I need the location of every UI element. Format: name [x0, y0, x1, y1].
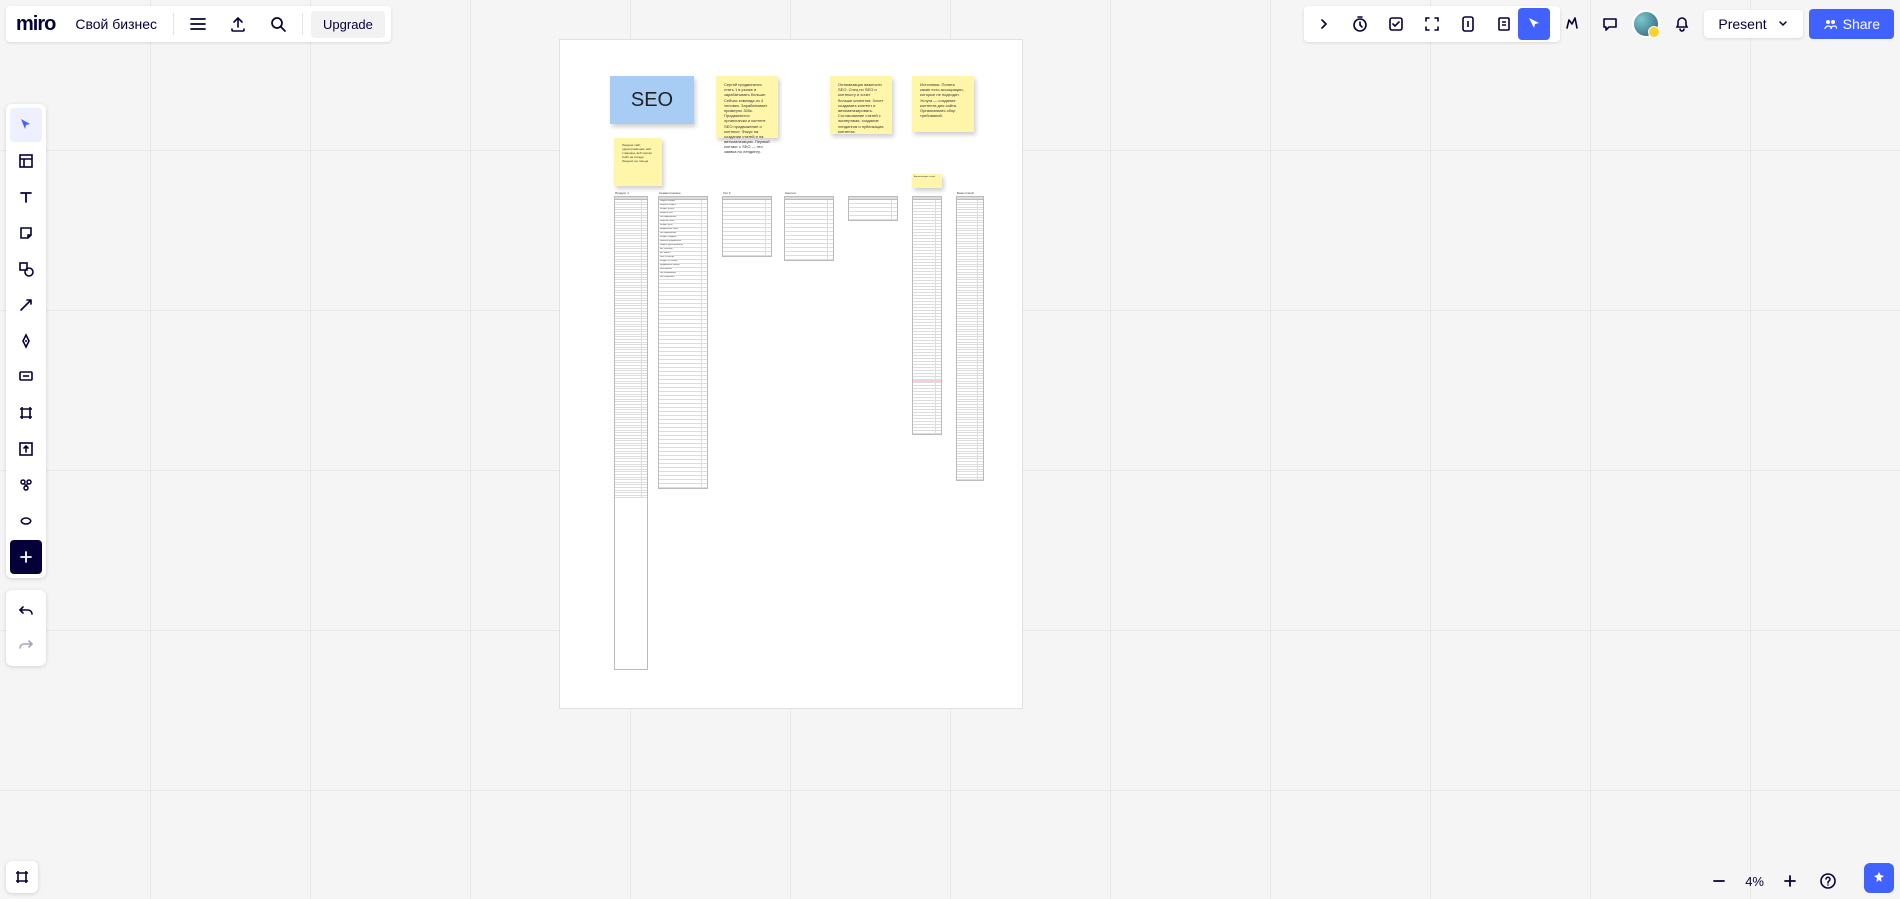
miro-logo[interactable]: miro [12, 13, 59, 36]
table-2[interactable]: Семантическое создать лендингзаказать ле… [658, 196, 708, 489]
board-frame[interactable]: SEO Сергей продвигался стать 1 в рынке и… [560, 40, 1022, 708]
table-6[interactable] [912, 196, 942, 435]
sticky-text: Сергей продвигался стать 1 в рынке и зар… [724, 82, 770, 154]
sticky-text: SEO [631, 87, 673, 113]
table-title: База статей [957, 191, 974, 195]
table-title: Продукт 1 [615, 191, 629, 195]
collapse-arrow-icon[interactable] [1308, 8, 1340, 40]
present-button[interactable]: Present [1704, 10, 1802, 38]
text-tool[interactable] [10, 180, 42, 214]
sticky-text: Источники. Понять какие есть ассоциации,… [920, 82, 964, 118]
table-3[interactable]: Топ 3 [722, 196, 772, 257]
zoom-percent[interactable]: 4% [1745, 874, 1764, 889]
table-title: Контент [785, 191, 796, 195]
table-7[interactable]: База статей [956, 196, 984, 481]
table-4[interactable]: Контент [784, 196, 834, 261]
keyboard-shortcut-button[interactable] [6, 861, 38, 893]
sticky-note-2[interactable]: Оптимизация важности SEO. Спец по SEO и … [830, 76, 892, 134]
sticky-seo[interactable]: SEO [610, 76, 694, 124]
ai-assist-button[interactable] [1864, 863, 1894, 893]
search-icon[interactable] [262, 8, 294, 40]
present-label: Present [1718, 16, 1766, 32]
share-label: Share [1843, 16, 1880, 32]
share-button[interactable]: Share [1809, 9, 1894, 39]
sticky-text: Лендинг сайт, одностраничник, веб страни… [622, 143, 653, 163]
left-toolbar [6, 104, 46, 578]
sticky-small-1[interactable]: Автоматизация статей [912, 174, 942, 188]
sticky-landing[interactable]: Лендинг сайт, одностраничник, веб страни… [614, 138, 662, 186]
select-tool[interactable] [10, 108, 42, 142]
top-toolbar: miro Свой бизнес Upgrade [6, 6, 391, 42]
upload-tool[interactable] [10, 432, 42, 466]
people-icon [1823, 17, 1837, 31]
zoom-out-button[interactable] [1707, 869, 1731, 893]
add-tool[interactable] [10, 540, 42, 574]
sticky-note-1[interactable]: Сергей продвигался стать 1 в рынке и зар… [716, 76, 778, 138]
focus-icon[interactable] [1416, 8, 1448, 40]
board-title[interactable]: Свой бизнес [67, 16, 165, 32]
separator [302, 13, 303, 35]
export-icon[interactable] [222, 8, 254, 40]
comment-tool[interactable] [10, 360, 42, 394]
redo-button[interactable] [10, 628, 42, 662]
notifications-icon[interactable] [1666, 8, 1698, 40]
shapes-tool[interactable] [10, 252, 42, 286]
zoom-in-button[interactable] [1778, 869, 1802, 893]
notes-icon[interactable] [1488, 8, 1520, 40]
table-title: Семантическое [659, 191, 681, 195]
apps-tool[interactable] [10, 468, 42, 502]
connector-tool[interactable] [10, 288, 42, 322]
undo-button[interactable] [10, 594, 42, 628]
table-5[interactable] [848, 196, 898, 221]
table-title: Топ 3 [723, 191, 730, 195]
chevron-down-icon [1777, 18, 1789, 30]
frame-tool[interactable] [10, 396, 42, 430]
sticky-note-3[interactable]: Источники. Понять какие есть ассоциации,… [912, 76, 974, 132]
more-tools[interactable] [10, 504, 42, 538]
collab-bar: Present Share [1518, 6, 1894, 42]
undo-redo-panel [6, 590, 46, 666]
sticky-text: Оптимизация важности SEO. Спец по SEO и … [838, 82, 883, 134]
help-icon[interactable] [1816, 869, 1840, 893]
zoom-controls: 4% [1707, 869, 1840, 893]
pen-tool[interactable] [10, 324, 42, 358]
reactions-icon[interactable] [1556, 8, 1588, 40]
sticky-text: Автоматизация статей [914, 176, 935, 178]
user-avatar[interactable] [1632, 10, 1660, 38]
talk-track-icon[interactable] [1452, 8, 1484, 40]
sticky-note-tool[interactable] [10, 216, 42, 250]
separator [173, 13, 174, 35]
cursor-tool-button[interactable] [1518, 8, 1550, 40]
vote-icon[interactable] [1380, 8, 1412, 40]
comments-icon[interactable] [1594, 8, 1626, 40]
table-1[interactable]: Продукт 1 [614, 196, 648, 670]
upgrade-button[interactable]: Upgrade [311, 11, 385, 38]
menu-icon[interactable] [182, 8, 214, 40]
timer-icon[interactable] [1344, 8, 1376, 40]
templates-tool[interactable] [10, 144, 42, 178]
